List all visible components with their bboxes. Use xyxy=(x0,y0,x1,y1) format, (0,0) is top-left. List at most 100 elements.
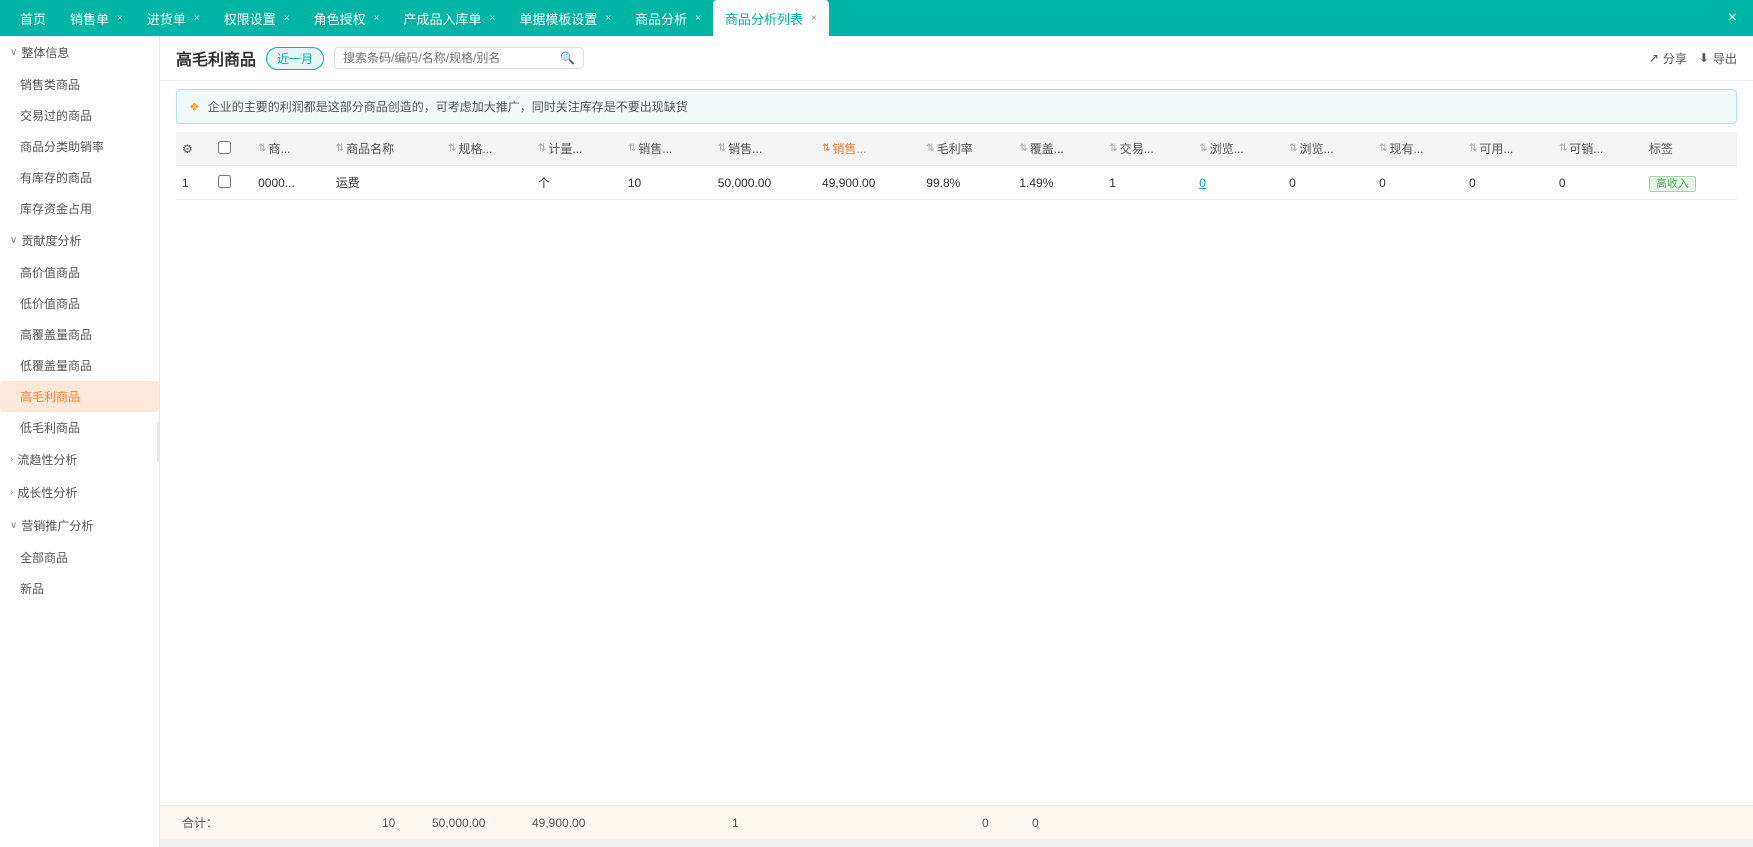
cell-name: 运费 xyxy=(330,166,442,200)
cell-sale-qty: 10 xyxy=(622,166,712,200)
nav-role-auth[interactable]: 角色授权 × xyxy=(302,0,392,36)
col-trade[interactable]: ⇅交易... xyxy=(1103,132,1193,166)
window-close-button[interactable]: × xyxy=(1720,9,1745,27)
filter-recent-month[interactable]: 近一月 xyxy=(266,47,324,70)
search-icon[interactable]: 🔍 xyxy=(560,51,575,65)
sidebar-section-contribution[interactable]: ∨ 贡献度分析 xyxy=(0,224,159,257)
col-browse2[interactable]: ⇅浏览... xyxy=(1283,132,1373,166)
col-settings[interactable]: ⚙ xyxy=(176,132,212,166)
close-icon[interactable]: × xyxy=(194,13,200,24)
main-layout: « ∨ 整体信息 销售类商品 交易过的商品 商品分类助销率 有库存的商品 库存资… xyxy=(0,36,1753,847)
col-sale-amount[interactable]: ⇅销售... xyxy=(712,132,816,166)
nav-home[interactable]: 首页 xyxy=(8,0,58,36)
sort-icon: ⇅ xyxy=(1289,143,1297,154)
cell-sale-amount: 50,000.00 xyxy=(712,166,816,200)
sidebar-item-low-value[interactable]: 低价值商品 xyxy=(0,288,159,319)
table-footer: 合计： 10 50,000.00 49,900.00 1 0 0 xyxy=(160,805,1753,839)
nav-permission-setting[interactable]: 权限设置 × xyxy=(212,0,302,36)
col-saleable-stock[interactable]: ⇅可销... xyxy=(1553,132,1643,166)
search-box: 🔍 xyxy=(334,47,584,69)
sort-icon: ⇅ xyxy=(822,143,830,154)
cell-spec xyxy=(442,166,532,200)
footer-sale-profit: 49,900.00 xyxy=(526,816,626,830)
sort-icon: ⇅ xyxy=(1109,143,1117,154)
cell-unit: 个 xyxy=(532,166,622,200)
sort-icon: ⇅ xyxy=(926,143,934,154)
col-coverage[interactable]: ⇅覆盖... xyxy=(1013,132,1103,166)
col-spec[interactable]: ⇅规格... xyxy=(442,132,532,166)
sidebar-item-sales-products[interactable]: 销售类商品 xyxy=(0,69,159,100)
nav-sales-order[interactable]: 销售单 × xyxy=(58,0,135,36)
col-unit[interactable]: ⇅计量... xyxy=(532,132,622,166)
sidebar-section-growth[interactable]: › 成长性分析 xyxy=(0,476,159,509)
sidebar: « ∨ 整体信息 销售类商品 交易过的商品 商品分类助销率 有库存的商品 库存资… xyxy=(0,36,160,847)
col-tag[interactable]: 标签 xyxy=(1643,132,1737,166)
sort-icon: ⇅ xyxy=(1469,143,1477,154)
sidebar-item-stock-capital[interactable]: 库存资金占用 xyxy=(0,193,159,224)
col-available-stock[interactable]: ⇅可用... xyxy=(1463,132,1553,166)
sidebar-item-category-assist[interactable]: 商品分类助销率 xyxy=(0,131,159,162)
content-header: 高毛利商品 近一月 🔍 ↗ 分享 ⬇ 导出 xyxy=(160,36,1753,81)
sidebar-section-trend[interactable]: › 流趋性分析 xyxy=(0,443,159,476)
sidebar-section-overview[interactable]: ∨ 整体信息 xyxy=(0,36,159,69)
close-icon[interactable]: × xyxy=(284,13,290,24)
search-input[interactable] xyxy=(343,51,554,65)
sidebar-item-new-products[interactable]: 新品 xyxy=(0,573,159,604)
select-all-checkbox[interactable] xyxy=(218,141,231,154)
sort-icon: ⇅ xyxy=(628,143,636,154)
table-wrapper: ⚙ ⇅商... ⇅商品名称 ⇅规格... ⇅计量... ⇅销售... ⇅销售..… xyxy=(160,132,1753,805)
cell-browse1[interactable]: 0 xyxy=(1193,166,1283,200)
nav-template-setting[interactable]: 单据模板设置 × xyxy=(507,0,623,36)
col-browse1[interactable]: ⇅浏览... xyxy=(1193,132,1283,166)
sidebar-item-high-coverage[interactable]: 高覆盖量商品 xyxy=(0,319,159,350)
share-icon: ↗ xyxy=(1649,51,1659,65)
nav-product-analysis[interactable]: 商品分析 × xyxy=(623,0,713,36)
sort-icon: ⇅ xyxy=(448,143,456,154)
nav-product-analysis-list[interactable]: 商品分析列表 × xyxy=(713,0,829,36)
header-actions: ↗ 分享 ⬇ 导出 xyxy=(1649,50,1737,67)
close-icon[interactable]: × xyxy=(605,13,611,24)
chevron-down-icon: ∨ xyxy=(10,47,17,58)
close-icon[interactable]: × xyxy=(695,13,701,24)
col-checkbox[interactable] xyxy=(212,132,252,166)
col-sale-qty[interactable]: ⇅销售... xyxy=(622,132,712,166)
sidebar-collapse-button[interactable]: « xyxy=(157,422,160,462)
sidebar-item-high-margin[interactable]: 高毛利商品 xyxy=(0,381,159,412)
sidebar-item-low-coverage[interactable]: 低覆盖量商品 xyxy=(0,350,159,381)
sort-icon: ⇅ xyxy=(258,143,266,154)
sidebar-item-high-value[interactable]: 高价值商品 xyxy=(0,257,159,288)
nav-purchase-order[interactable]: 进货单 × xyxy=(135,0,212,36)
sort-icon: ⇅ xyxy=(1019,143,1027,154)
chevron-down-icon: ∨ xyxy=(10,520,17,531)
sidebar-item-traded-products[interactable]: 交易过的商品 xyxy=(0,100,159,131)
close-icon[interactable]: × xyxy=(811,13,817,24)
col-sale-profit[interactable]: ⇅销售... xyxy=(816,132,920,166)
cell-checkbox[interactable] xyxy=(212,166,252,200)
horizontal-scrollbar[interactable] xyxy=(160,839,1753,847)
product-table: ⚙ ⇅商... ⇅商品名称 ⇅规格... ⇅计量... ⇅销售... ⇅销售..… xyxy=(176,132,1737,200)
col-name[interactable]: ⇅商品名称 xyxy=(330,132,442,166)
chevron-down-icon: ∨ xyxy=(10,235,17,246)
cell-index: 1 xyxy=(176,166,212,200)
content-area: 高毛利商品 近一月 🔍 ↗ 分享 ⬇ 导出 ❖ 企业的主要的利润都是这部分商品创… xyxy=(160,36,1753,847)
close-icon[interactable]: × xyxy=(489,13,495,24)
col-code[interactable]: ⇅商... xyxy=(252,132,330,166)
close-icon[interactable]: × xyxy=(374,13,380,24)
chevron-right-icon: › xyxy=(10,454,13,465)
sidebar-item-all-products[interactable]: 全部商品 xyxy=(0,542,159,573)
close-icon[interactable]: × xyxy=(117,13,123,24)
share-button[interactable]: ↗ 分享 xyxy=(1649,50,1687,67)
sort-icon: ⇅ xyxy=(1199,143,1207,154)
sort-icon: ⇅ xyxy=(718,143,726,154)
export-button[interactable]: ⬇ 导出 xyxy=(1699,50,1737,67)
sidebar-section-marketing[interactable]: ∨ 营销推广分析 xyxy=(0,509,159,542)
nav-product-instock[interactable]: 产成品入库单 × xyxy=(391,0,507,36)
tip-icon: ❖ xyxy=(189,100,200,114)
footer-current-stock: 0 xyxy=(976,816,1026,830)
row-checkbox[interactable] xyxy=(218,175,231,188)
sidebar-item-low-margin[interactable]: 低毛利商品 xyxy=(0,412,159,443)
col-current-stock[interactable]: ⇅现有... xyxy=(1373,132,1463,166)
col-gross-margin[interactable]: ⇅毛利率 xyxy=(920,132,1013,166)
cell-browse2: 0 xyxy=(1283,166,1373,200)
sidebar-item-stocked-products[interactable]: 有库存的商品 xyxy=(0,162,159,193)
